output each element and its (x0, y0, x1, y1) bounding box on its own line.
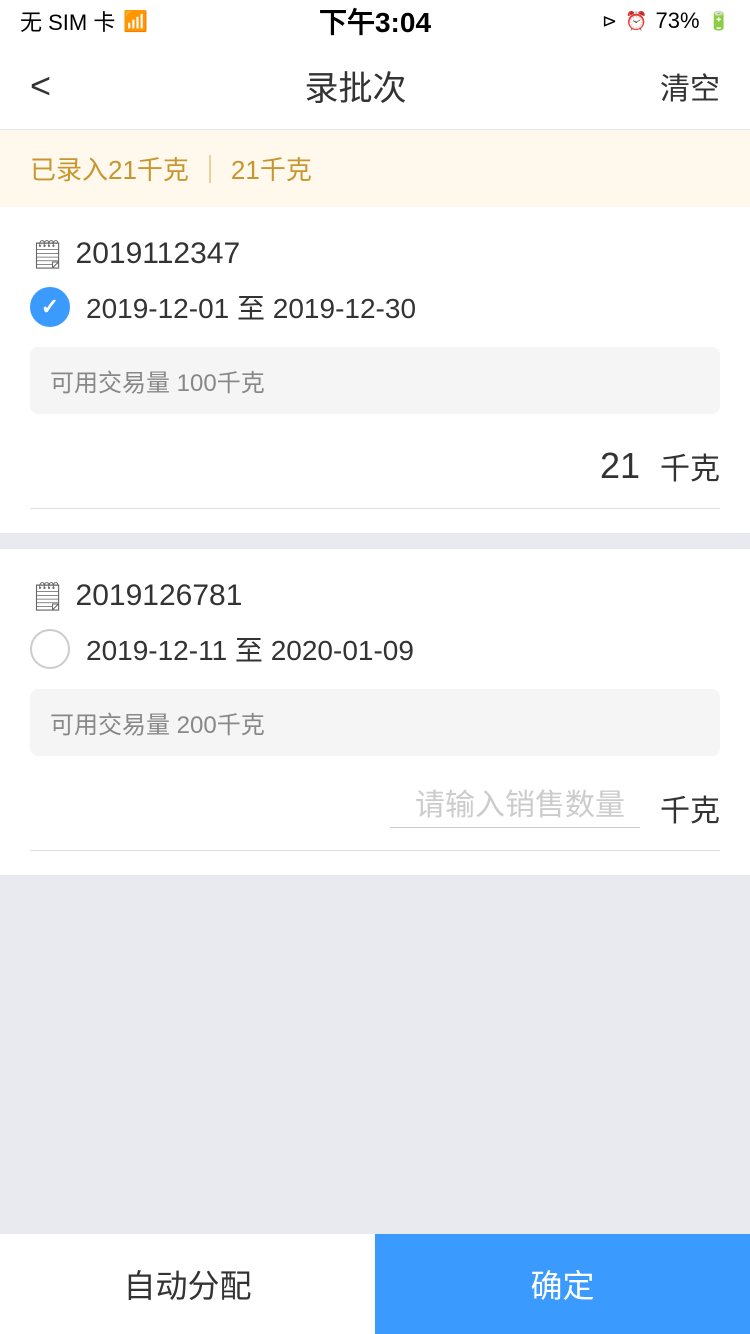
batch-2-id-icon: 🗒 (30, 580, 66, 613)
batch-1-quantity-row: 21 千克 (0, 414, 750, 488)
confirm-button[interactable]: 确定 (375, 1234, 750, 1334)
wifi-icon: 📶 (123, 9, 148, 34)
status-right: ⊳ ⏰ 73% 🔋 (602, 8, 730, 34)
alarm-icon: ⏰ (625, 11, 647, 32)
status-bar: 无 SIM 卡 📶 下午3:04 ⊳ ⏰ 73% 🔋 (0, 0, 750, 42)
batch-2-quantity-row: 千克 (0, 756, 750, 830)
batch-1-id-row: 🗒 2019112347 (30, 237, 720, 271)
batch-1-radio[interactable] (30, 287, 70, 327)
location-icon: ⊳ (602, 11, 617, 32)
batch-card-2: 🗒 2019126781 2019-12-11 至 2020-01-09 可用交… (0, 549, 750, 875)
clear-button[interactable]: 清空 (660, 64, 720, 108)
batch-1-unit: 千克 (660, 444, 720, 488)
batch-1-id: 2019112347 (76, 237, 241, 271)
back-button[interactable]: < (30, 65, 51, 107)
batch-1-available: 可用交易量 100千克 (30, 347, 720, 414)
content-area: 🗒 2019112347 2019-12-01 至 2019-12-30 可用交… (0, 207, 750, 1275)
recorded-label: 已录入21千克 (30, 150, 189, 187)
batch-card-2-inner: 🗒 2019126781 2019-12-11 至 2020-01-09 (0, 549, 750, 669)
nav-bar: < 录批次 清空 (0, 42, 750, 130)
batch-2-date-row[interactable]: 2019-12-11 至 2020-01-09 (30, 629, 720, 669)
empty-area (0, 875, 750, 1275)
status-left: 无 SIM 卡 📶 (20, 5, 148, 37)
auto-distribute-button[interactable]: 自动分配 (0, 1234, 375, 1334)
batch-1-quantity-value: 21 (600, 445, 640, 487)
page-title: 录批次 (305, 61, 407, 110)
section-divider (0, 533, 750, 549)
summary-divider (209, 155, 211, 183)
batch-2-quantity-input[interactable] (390, 789, 640, 828)
bottom-bar: 自动分配 确定 (0, 1234, 750, 1334)
batch-1-id-icon: 🗒 (30, 238, 66, 271)
battery-icon: 🔋 (708, 11, 730, 32)
batch-card-1: 🗒 2019112347 2019-12-01 至 2019-12-30 可用交… (0, 207, 750, 533)
carrier-text: 无 SIM 卡 (20, 5, 115, 37)
summary-bar: 已录入21千克 21千克 (0, 130, 750, 207)
status-time: 下午3:04 (319, 1, 431, 41)
batch-2-unit: 千克 (660, 786, 720, 830)
batch-1-date: 2019-12-01 至 2019-12-30 (86, 287, 416, 327)
total-label: 21千克 (231, 150, 312, 187)
batch-2-available: 可用交易量 200千克 (30, 689, 720, 756)
battery-text: 73% (656, 8, 700, 34)
batch-2-id: 2019126781 (76, 579, 243, 613)
batch-2-radio[interactable] (30, 629, 70, 669)
batch-2-id-row: 🗒 2019126781 (30, 579, 720, 613)
batch-2-date: 2019-12-11 至 2020-01-09 (86, 629, 414, 669)
batch-1-date-row[interactable]: 2019-12-01 至 2019-12-30 (30, 287, 720, 327)
batch-card-1-inner: 🗒 2019112347 2019-12-01 至 2019-12-30 (0, 207, 750, 327)
